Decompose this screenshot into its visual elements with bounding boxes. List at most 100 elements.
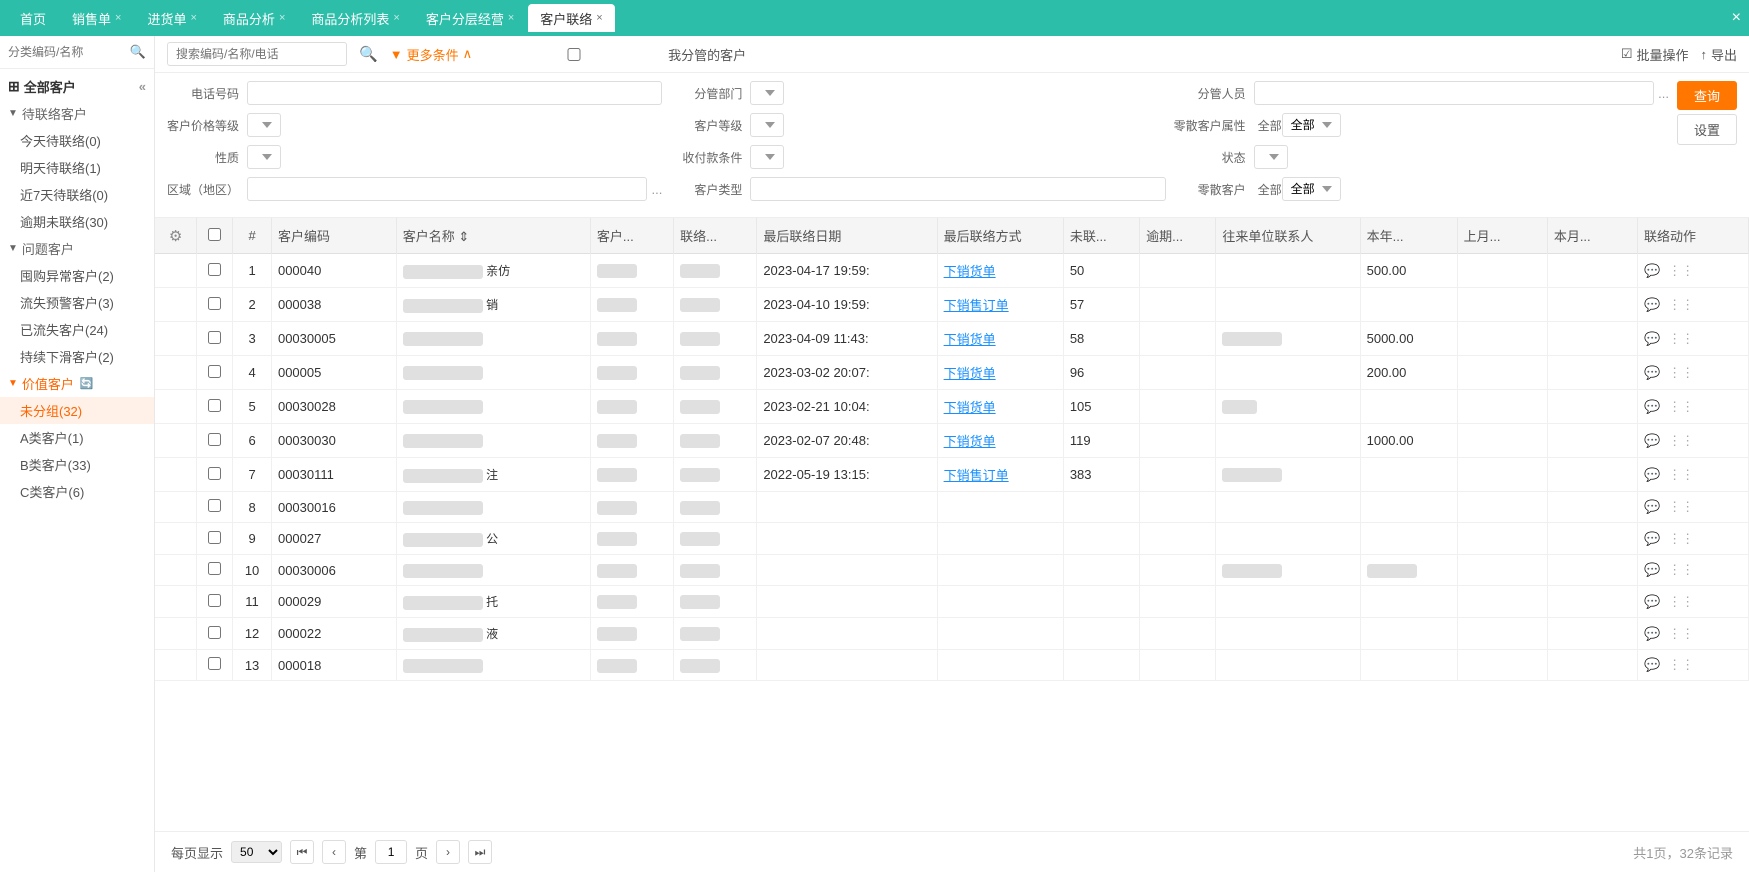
sidebar-item-class-a[interactable]: A类客户(1)	[0, 424, 154, 451]
grid-action-icon[interactable]: ⋮⋮	[1668, 531, 1694, 547]
chat-icon[interactable]: 💬	[1644, 499, 1660, 515]
tab-purchase[interactable]: 进货单 ×	[135, 4, 208, 32]
manager-input[interactable]	[1254, 81, 1654, 105]
sidebar-item-week-waiting[interactable]: 近7天待联络(0)	[0, 181, 154, 208]
scatter-attr-select[interactable]: 全部	[1282, 113, 1341, 137]
nature-select[interactable]	[247, 145, 281, 169]
payment-select[interactable]	[750, 145, 784, 169]
tab-customer-contact[interactable]: 客户联络 ×	[528, 4, 614, 32]
chat-icon[interactable]: 💬	[1644, 467, 1660, 483]
row-checkbox[interactable]	[197, 618, 233, 650]
grid-action-icon[interactable]: ⋮⋮	[1668, 499, 1694, 515]
close-analysis-icon[interactable]: ×	[279, 12, 285, 24]
sidebar-item-loss-warning[interactable]: 流失预警客户(3)	[0, 289, 154, 316]
close-customer-tier-icon[interactable]: ×	[508, 12, 514, 24]
close-analysis-list-icon[interactable]: ×	[393, 12, 399, 24]
sidebar-item-declining-customers[interactable]: 持续下滑客户(2)	[0, 343, 154, 370]
sidebar-item-class-c[interactable]: C类客户(6)	[0, 478, 154, 505]
grid-action-icon[interactable]: ⋮⋮	[1668, 399, 1694, 415]
sidebar-section-waiting[interactable]: ▼ 待联络客户	[0, 100, 154, 127]
tab-home[interactable]: 首页	[8, 4, 58, 32]
grid-action-icon[interactable]: ⋮⋮	[1668, 657, 1694, 673]
row-checkbox[interactable]	[197, 650, 233, 681]
chat-icon[interactable]: 💬	[1644, 365, 1660, 381]
grid-action-icon[interactable]: ⋮⋮	[1668, 626, 1694, 642]
grid-action-icon[interactable]: ⋮⋮	[1668, 365, 1694, 381]
price-grade-select[interactable]	[247, 113, 281, 137]
dept-select[interactable]	[750, 81, 784, 105]
row-checkbox[interactable]	[197, 492, 233, 523]
chat-icon[interactable]: 💬	[1644, 657, 1660, 673]
row-checkbox[interactable]	[197, 586, 233, 618]
chat-icon[interactable]: 💬	[1644, 531, 1660, 547]
chat-icon[interactable]: 💬	[1644, 433, 1660, 449]
row-checkbox[interactable]	[197, 254, 233, 288]
next-page-btn[interactable]: ›	[436, 840, 460, 864]
search-submit-icon[interactable]: 🔍	[359, 45, 378, 63]
sidebar-item-ungrouped[interactable]: 未分组(32)	[0, 397, 154, 424]
checkbox-col-header[interactable]	[197, 218, 233, 254]
last-page-btn[interactable]: ⏭	[468, 840, 492, 864]
chat-icon[interactable]: 💬	[1644, 297, 1660, 313]
page-size-select[interactable]: 50 100 200	[231, 841, 282, 863]
tab-analysis[interactable]: 商品分析 ×	[211, 4, 297, 32]
sidebar-search-icon[interactable]: 🔍	[130, 44, 146, 60]
all-customers-label[interactable]: 全部客户	[24, 77, 76, 96]
chat-icon[interactable]: 💬	[1644, 263, 1660, 279]
first-page-btn[interactable]: ⏮	[290, 840, 314, 864]
settings-col-header[interactable]: ⚙	[155, 218, 197, 254]
row-checkbox[interactable]	[197, 458, 233, 492]
search-btn[interactable]: 查询	[1677, 81, 1737, 110]
tab-analysis-list[interactable]: 商品分析列表 ×	[299, 4, 411, 32]
page-number-input[interactable]	[375, 840, 407, 864]
sidebar-item-tomorrow-waiting[interactable]: 明天待联络(1)	[0, 154, 154, 181]
row-checkbox[interactable]	[197, 555, 233, 586]
close-purchase-icon[interactable]: ×	[190, 12, 196, 24]
grid-action-icon[interactable]: ⋮⋮	[1668, 562, 1694, 578]
row-checkbox[interactable]	[197, 390, 233, 424]
sidebar-item-today-waiting[interactable]: 今天待联络(0)	[0, 127, 154, 154]
region-input[interactable]	[247, 177, 647, 201]
customer-type-input[interactable]	[750, 177, 1165, 201]
sidebar-section-value[interactable]: ▼ 价值客户 🔄	[0, 370, 154, 397]
batch-ops-btn[interactable]: ☑ 批量操作	[1621, 45, 1689, 64]
chat-icon[interactable]: 💬	[1644, 331, 1660, 347]
sidebar-item-class-b[interactable]: B类客户(33)	[0, 451, 154, 478]
manager-ellipsis[interactable]: ...	[1658, 86, 1669, 101]
row-checkbox[interactable]	[197, 523, 233, 555]
my-customers-checkbox[interactable]: 我分管的客户	[484, 45, 746, 64]
grid-action-icon[interactable]: ⋮⋮	[1668, 594, 1694, 610]
sidebar-section-problem[interactable]: ▼ 问题客户	[0, 235, 154, 262]
close-customer-contact-icon[interactable]: ×	[596, 12, 602, 24]
select-all-checkbox[interactable]	[208, 228, 221, 241]
row-checkbox[interactable]	[197, 424, 233, 458]
row-checkbox[interactable]	[197, 288, 233, 322]
sidebar-search-input[interactable]	[8, 45, 126, 59]
more-conditions-btn[interactable]: ▼ 更多条件 ∧	[390, 45, 472, 64]
grid-action-icon[interactable]: ⋮⋮	[1668, 263, 1694, 279]
chat-icon[interactable]: 💬	[1644, 594, 1660, 610]
chat-icon[interactable]: 💬	[1644, 562, 1660, 578]
region-ellipsis[interactable]: ...	[651, 182, 662, 197]
sidebar-item-overdue-waiting[interactable]: 逾期未联络(30)	[0, 208, 154, 235]
row-checkbox[interactable]	[197, 356, 233, 390]
collapse-btn[interactable]: «	[139, 79, 146, 94]
close-sales-icon[interactable]: ×	[115, 12, 121, 24]
chat-icon[interactable]: 💬	[1644, 399, 1660, 415]
sidebar-item-stockpile-anomaly[interactable]: 囤购异常客户(2)	[0, 262, 154, 289]
window-close-icon[interactable]: ×	[1732, 9, 1741, 27]
grid-action-icon[interactable]: ⋮⋮	[1668, 467, 1694, 483]
status-select[interactable]	[1254, 145, 1288, 169]
prev-page-btn[interactable]: ‹	[322, 840, 346, 864]
tab-customer-tier[interactable]: 客户分层经营 ×	[414, 4, 526, 32]
export-btn[interactable]: ↑ 导出	[1700, 45, 1737, 64]
grid-action-icon[interactable]: ⋮⋮	[1668, 331, 1694, 347]
grid-action-icon[interactable]: ⋮⋮	[1668, 433, 1694, 449]
grid-action-icon[interactable]: ⋮⋮	[1668, 297, 1694, 313]
chat-icon[interactable]: 💬	[1644, 626, 1660, 642]
search-input[interactable]	[167, 42, 347, 66]
my-customers-check-input[interactable]	[484, 48, 664, 61]
row-checkbox[interactable]	[197, 322, 233, 356]
phone-input[interactable]	[247, 81, 662, 105]
reset-btn[interactable]: 设置	[1677, 114, 1737, 145]
